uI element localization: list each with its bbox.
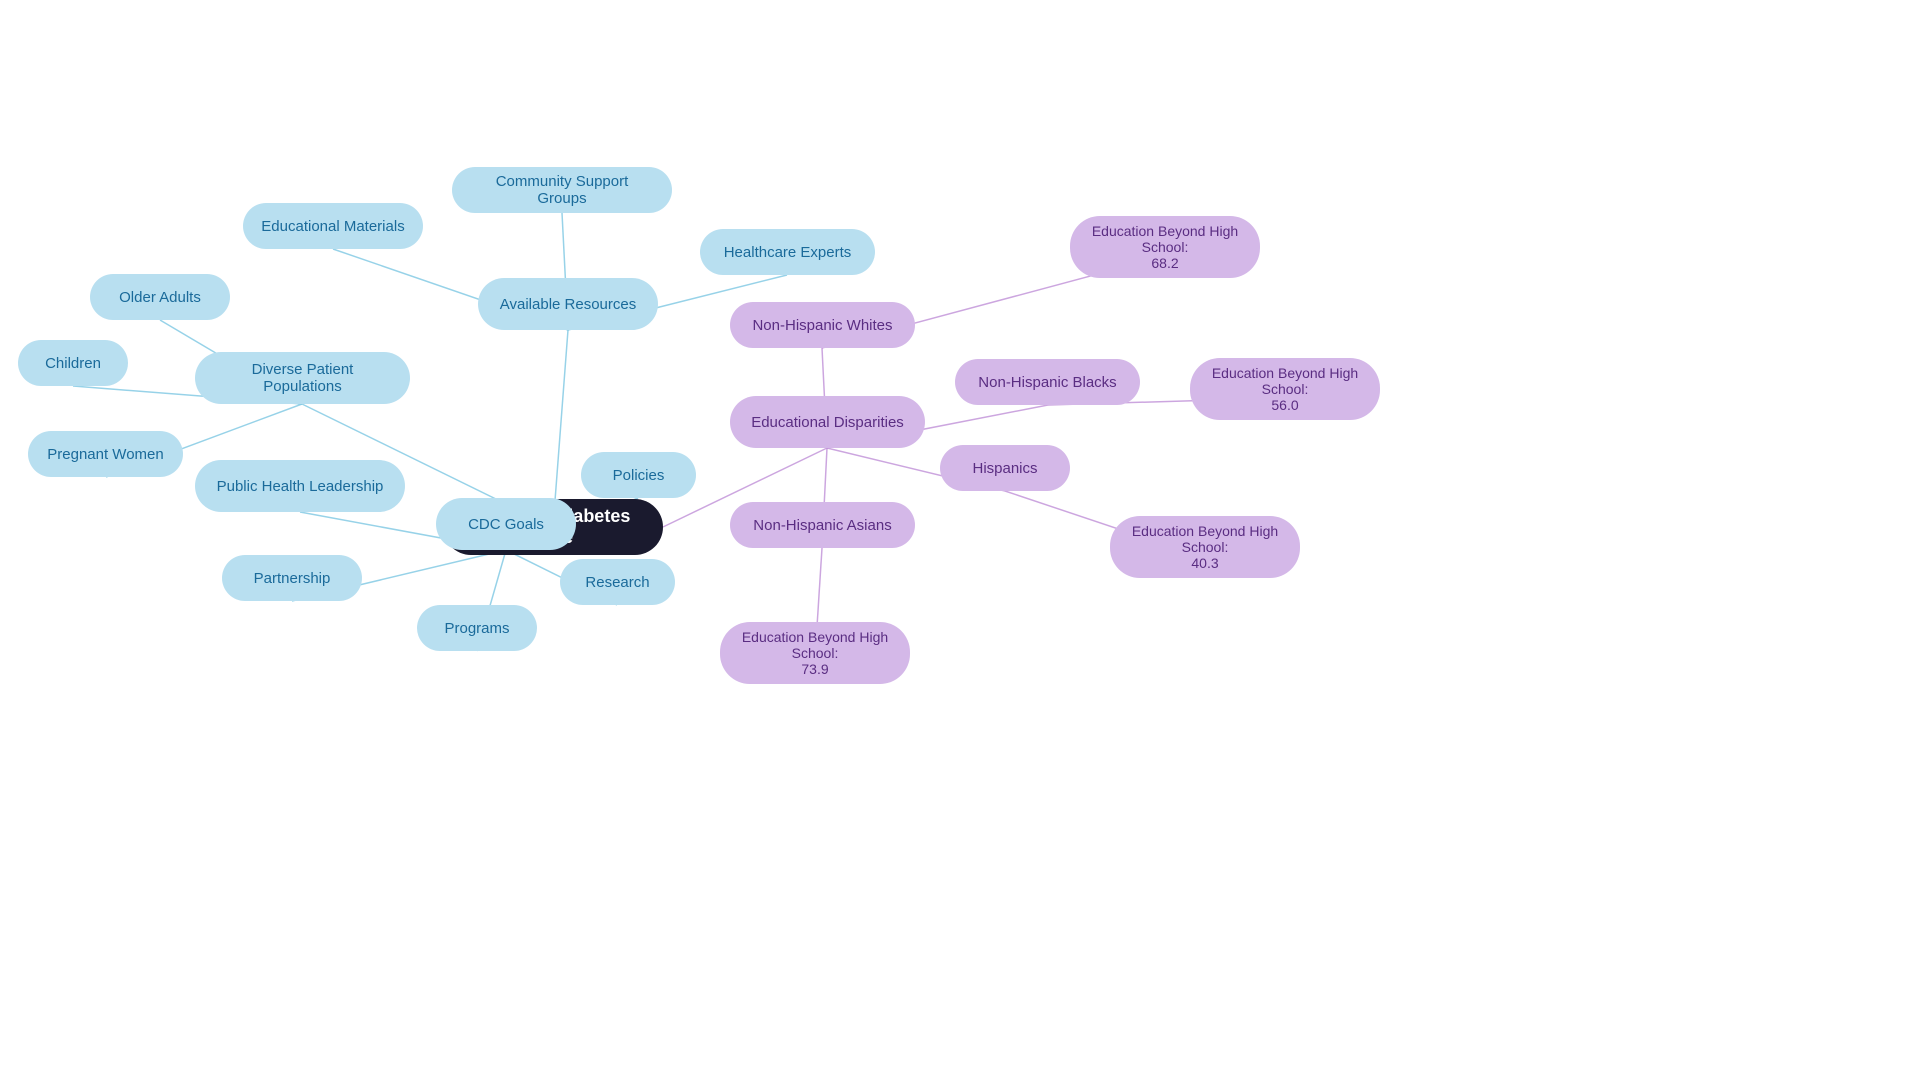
healthcare-experts-node: Healthcare Experts — [700, 229, 875, 275]
non-hispanic-blacks-node: Non-Hispanic Blacks — [955, 359, 1140, 405]
community-support-groups-node: Community Support Groups — [452, 167, 672, 213]
edu-hispanics-label: Education Beyond High School: 40.3 — [1128, 523, 1282, 571]
educational-materials-node: Educational Materials — [243, 203, 423, 249]
policies-node: Policies — [581, 452, 696, 498]
educational-disparities-node: Educational Disparities — [730, 396, 925, 448]
children-node: Children — [18, 340, 128, 386]
available-resources-node: Available Resources — [478, 278, 658, 330]
research-node: Research — [560, 559, 675, 605]
edu-whites-label: Education Beyond High School: 68.2 — [1088, 223, 1242, 271]
public-health-leadership-node: Public Health Leadership — [195, 460, 405, 512]
older-adults-node: Older Adults — [90, 274, 230, 320]
cdc-goals-node: CDC Goals — [436, 498, 576, 550]
diverse-patient-populations-node: Diverse Patient Populations — [195, 352, 410, 404]
edu-blacks-label: Education Beyond High School: 56.0 — [1208, 365, 1362, 413]
hispanics-node: Hispanics — [940, 445, 1070, 491]
non-hispanic-whites-node: Non-Hispanic Whites — [730, 302, 915, 348]
edu-blacks-node: Education Beyond High School: 56.0 — [1190, 358, 1380, 420]
programs-node: Programs — [417, 605, 537, 651]
edu-whites-node: Education Beyond High School: 68.2 — [1070, 216, 1260, 278]
non-hispanic-asians-node: Non-Hispanic Asians — [730, 502, 915, 548]
pregnant-women-node: Pregnant Women — [28, 431, 183, 477]
edu-asians-label: Education Beyond High School: 73.9 — [738, 629, 892, 677]
edu-asians-node: Education Beyond High School: 73.9 — [720, 622, 910, 684]
edu-hispanics-node: Education Beyond High School: 40.3 — [1110, 516, 1300, 578]
partnership-node: Partnership — [222, 555, 362, 601]
